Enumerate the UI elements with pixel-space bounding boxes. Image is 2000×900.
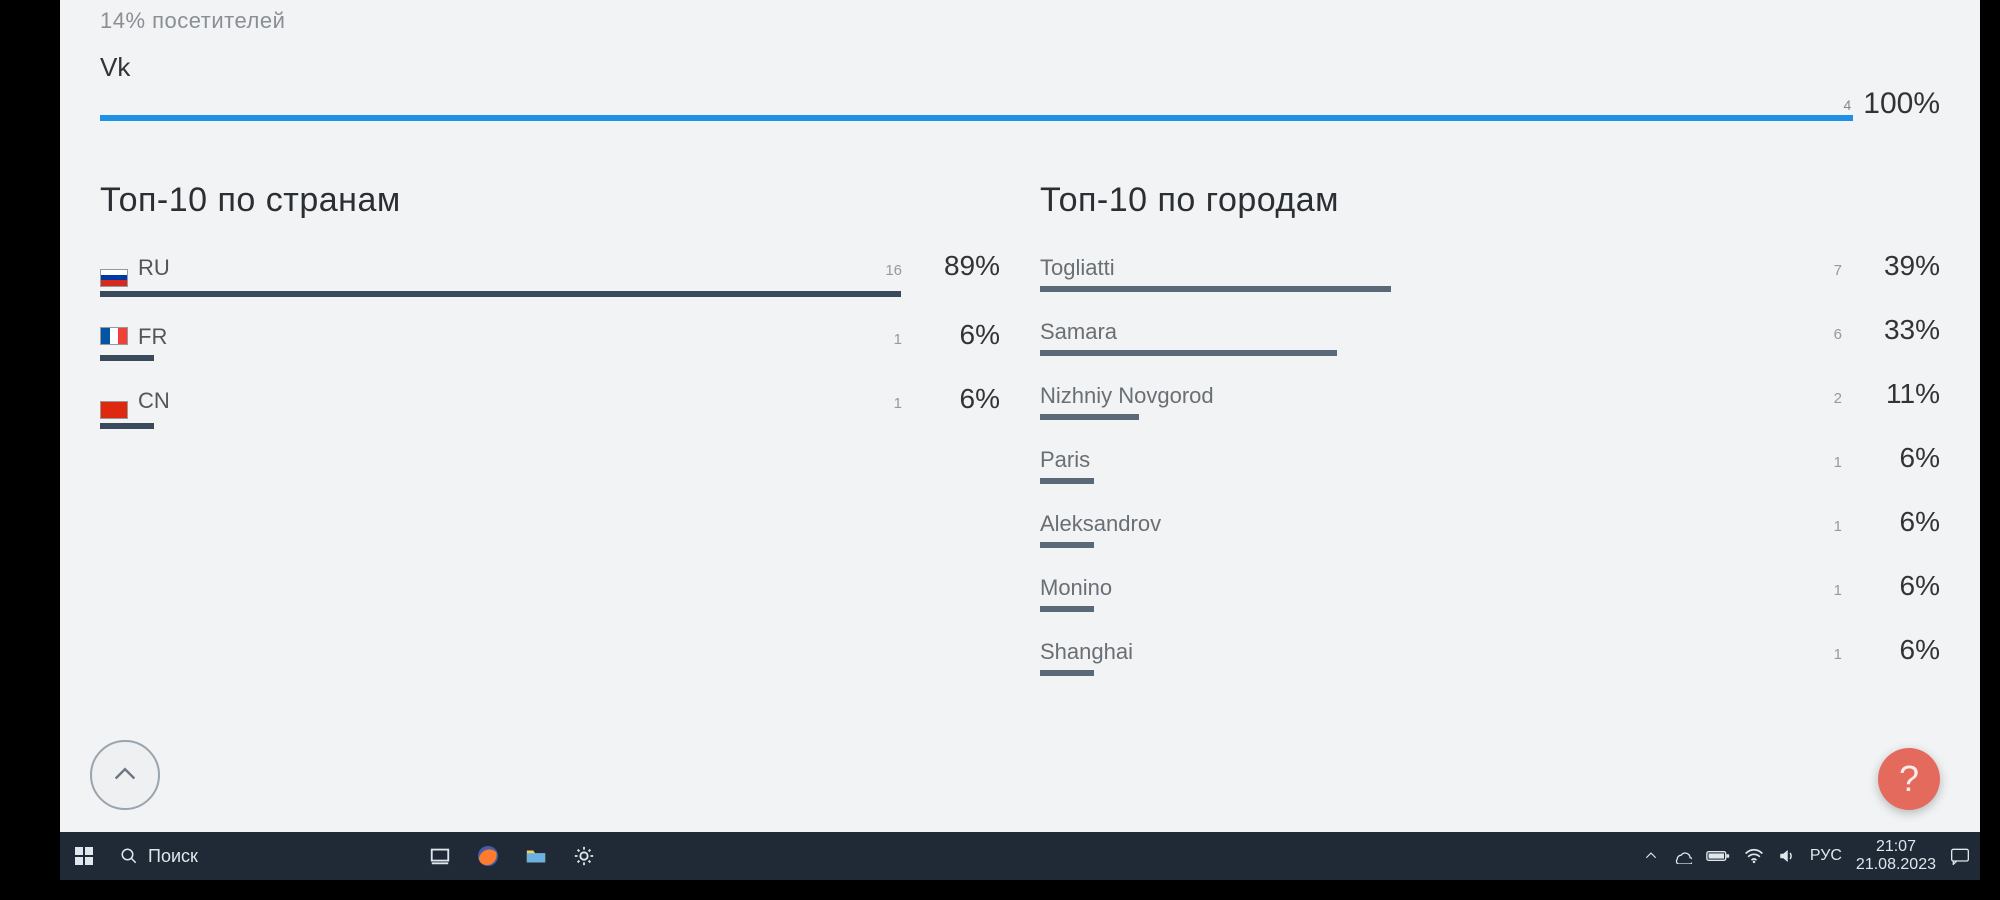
city-row[interactable]: Aleksandrov 1 6%: [1040, 506, 1940, 548]
chevron-up-icon: [1644, 849, 1658, 863]
city-count: 1: [1834, 518, 1842, 535]
city-row[interactable]: Nizhniy Novgorod 2 11%: [1040, 378, 1940, 420]
country-bar: [100, 291, 901, 297]
flag-icon: [100, 327, 128, 345]
country-count: 1: [894, 395, 902, 412]
taskbar-app-settings[interactable]: [562, 832, 606, 880]
city-name: Togliatti: [1040, 255, 1834, 281]
city-name: Paris: [1040, 447, 1834, 473]
source-count: 4: [1843, 97, 1851, 113]
city-percent: 11%: [1850, 378, 1940, 410]
city-name: Samara: [1040, 319, 1834, 345]
wifi-icon: [1744, 848, 1764, 864]
country-code: CN: [138, 388, 894, 414]
cities-title: Топ-10 по городам: [1040, 181, 1940, 220]
countries-title: Топ-10 по странам: [100, 181, 1000, 220]
tray-language[interactable]: РУС: [1810, 847, 1842, 865]
tray-time: 21:07: [1856, 838, 1936, 856]
city-bar: [1040, 414, 1139, 420]
notifications-icon[interactable]: [1950, 847, 1970, 865]
countries-panel: Топ-10 по странам RU 16 89% FR 1 6% CN: [100, 181, 1000, 698]
city-count: 1: [1834, 582, 1842, 599]
search-icon: [120, 847, 138, 865]
flag-icon: [100, 401, 128, 419]
city-bar: [1040, 670, 1094, 676]
city-percent: 33%: [1850, 314, 1940, 346]
city-count: 1: [1834, 454, 1842, 471]
windows-logo-icon: [75, 847, 93, 865]
country-percent: 6%: [910, 319, 1000, 351]
chevron-up-icon: [111, 761, 139, 789]
city-percent: 39%: [1850, 250, 1940, 282]
search-placeholder: Поиск: [148, 846, 198, 867]
gear-icon: [573, 845, 595, 867]
city-count: 7: [1834, 262, 1842, 279]
city-bar: [1040, 606, 1094, 612]
source-vk-row: Vk 4 100%: [100, 52, 1940, 121]
source-label: Vk: [100, 52, 1940, 83]
city-percent: 6%: [1850, 442, 1940, 474]
city-row[interactable]: Togliatti 7 39%: [1040, 250, 1940, 292]
city-row[interactable]: Paris 1 6%: [1040, 442, 1940, 484]
city-name: Nizhniy Novgorod: [1040, 383, 1834, 409]
help-icon: ?: [1899, 758, 1919, 800]
taskbar-app-explorer[interactable]: [514, 832, 558, 880]
help-button[interactable]: ?: [1878, 748, 1940, 810]
city-bar: [1040, 286, 1391, 292]
visitors-subhead: 14% посетителей: [100, 8, 1950, 34]
firefox-icon: [476, 844, 500, 868]
tray-clock[interactable]: 21:07 21.08.2023: [1856, 838, 1936, 873]
volume-icon: [1778, 847, 1796, 865]
cities-panel: Топ-10 по городам Togliatti 7 39% Samara…: [1040, 181, 1940, 698]
source-percent: 100%: [1863, 87, 1940, 121]
country-count: 16: [885, 262, 902, 279]
city-bar: [1040, 542, 1094, 548]
city-percent: 6%: [1850, 634, 1940, 666]
system-tray[interactable]: РУС 21:07 21.08.2023: [1644, 838, 1980, 873]
city-percent: 6%: [1850, 570, 1940, 602]
battery-icon: [1706, 849, 1730, 863]
task-view-icon: [429, 845, 451, 867]
country-row[interactable]: CN 1 6%: [100, 383, 1000, 430]
country-row[interactable]: FR 1 6%: [100, 319, 1000, 361]
country-code: RU: [138, 255, 885, 281]
city-bar: [1040, 478, 1094, 484]
city-row[interactable]: Monino 1 6%: [1040, 570, 1940, 612]
country-row[interactable]: RU 16 89%: [100, 250, 1000, 297]
city-row[interactable]: Shanghai 1 6%: [1040, 634, 1940, 676]
taskbar-search[interactable]: Поиск: [114, 832, 398, 880]
city-percent: 6%: [1850, 506, 1940, 538]
scroll-top-button[interactable]: [90, 740, 160, 810]
city-bar: [1040, 350, 1337, 356]
dashboard-content: 14% посетителей Vk 4 100% Топ-10 по стра…: [90, 0, 1950, 820]
onedrive-icon: [1672, 848, 1692, 864]
source-bar: 4: [100, 115, 1853, 121]
tray-date: 21.08.2023: [1856, 856, 1936, 874]
city-name: Aleksandrov: [1040, 511, 1834, 537]
city-row[interactable]: Samara 6 33%: [1040, 314, 1940, 356]
city-count: 6: [1834, 326, 1842, 343]
app-window: 14% посетителей Vk 4 100% Топ-10 по стра…: [60, 0, 1980, 880]
country-bar: [100, 355, 154, 361]
country-percent: 89%: [910, 250, 1000, 282]
folder-icon: [524, 845, 548, 867]
country-count: 1: [894, 331, 902, 348]
windows-taskbar[interactable]: Поиск РУС 21:07: [60, 832, 1980, 880]
city-count: 2: [1834, 390, 1842, 407]
flag-icon: [100, 269, 128, 287]
city-name: Monino: [1040, 575, 1834, 601]
city-name: Shanghai: [1040, 639, 1834, 665]
task-view-button[interactable]: [418, 832, 462, 880]
start-button[interactable]: [60, 832, 108, 880]
taskbar-app-firefox[interactable]: [466, 832, 510, 880]
country-code: FR: [138, 324, 894, 350]
city-count: 1: [1834, 646, 1842, 663]
country-percent: 6%: [910, 383, 1000, 415]
country-bar: [100, 423, 154, 429]
